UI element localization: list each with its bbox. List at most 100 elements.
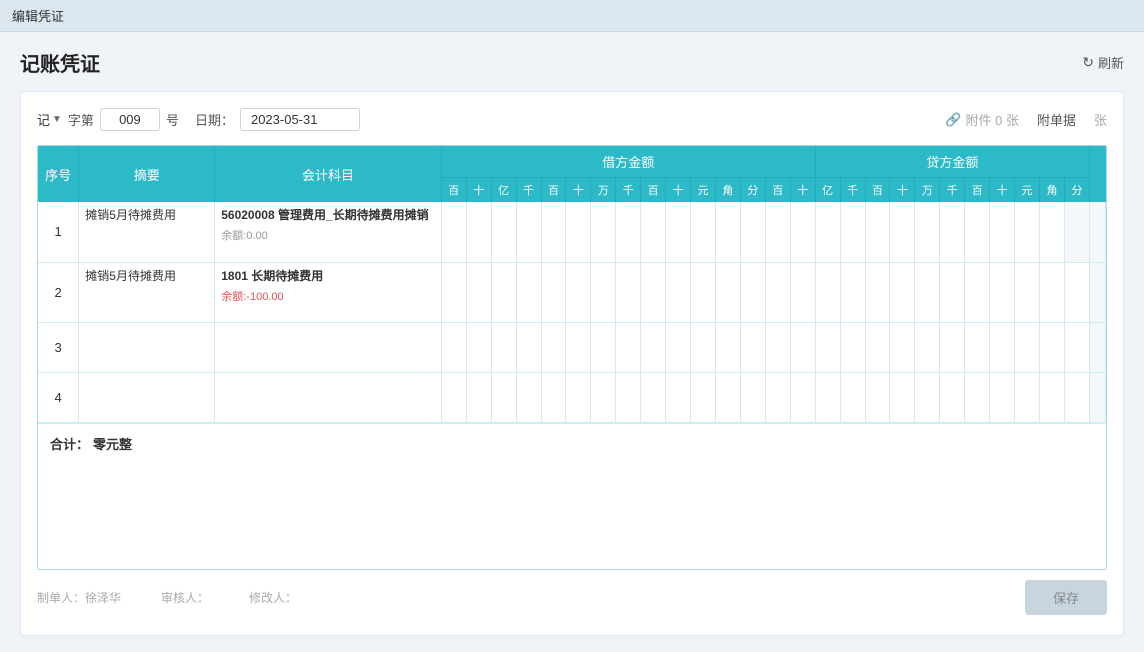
row1-d15[interactable] [790, 202, 815, 262]
row3-d6[interactable] [566, 322, 591, 372]
row4-d1[interactable] [441, 372, 466, 422]
row3-d9[interactable] [641, 322, 666, 372]
row3-d15[interactable] [790, 322, 815, 372]
row4-d12[interactable] [715, 372, 740, 422]
attachment-button[interactable]: 🔗 附件 0 张 [945, 110, 1019, 129]
row1-d11[interactable] [691, 202, 716, 262]
row3-c10[interactable] [1040, 322, 1065, 372]
row2-d6[interactable] [566, 262, 591, 322]
row4-c2[interactable] [840, 372, 865, 422]
row2-c1[interactable] [815, 262, 840, 322]
row1-c11[interactable] [1064, 202, 1089, 262]
voucher-number-input[interactable] [100, 108, 160, 131]
row4-d9[interactable] [641, 372, 666, 422]
row2-c2[interactable] [840, 262, 865, 322]
row2-c6[interactable] [940, 262, 965, 322]
row2-c8[interactable] [990, 262, 1015, 322]
row2-c4[interactable] [890, 262, 915, 322]
row4-d4[interactable] [516, 372, 541, 422]
row1-d10[interactable] [666, 202, 691, 262]
row2-d2[interactable] [466, 262, 491, 322]
row4-c9[interactable] [1015, 372, 1040, 422]
row2-d1[interactable] [441, 262, 466, 322]
row4-summary[interactable] [79, 372, 215, 422]
row2-c7[interactable] [965, 262, 990, 322]
row2-d7[interactable] [591, 262, 616, 322]
row2-c3[interactable] [865, 262, 890, 322]
row3-c9[interactable] [1015, 322, 1040, 372]
row2-d12[interactable] [715, 262, 740, 322]
row1-d6[interactable] [566, 202, 591, 262]
row3-d10[interactable] [666, 322, 691, 372]
row4-c1[interactable] [815, 372, 840, 422]
row3-c8[interactable] [990, 322, 1015, 372]
row3-d12[interactable] [715, 322, 740, 372]
row2-c9[interactable] [1015, 262, 1040, 322]
row3-d13[interactable] [740, 322, 765, 372]
row4-d10[interactable] [666, 372, 691, 422]
row4-account[interactable] [215, 372, 442, 422]
row2-summary[interactable]: 摊销5月待摊费用 [79, 262, 215, 322]
row1-d2[interactable] [466, 202, 491, 262]
row3-c2[interactable] [840, 322, 865, 372]
row4-d14[interactable] [765, 372, 790, 422]
row2-d4[interactable] [516, 262, 541, 322]
row4-d11[interactable] [691, 372, 716, 422]
row2-d14[interactable] [765, 262, 790, 322]
row4-d6[interactable] [566, 372, 591, 422]
row2-account[interactable]: 1801 长期待摊费用 余额:-100.00 [215, 262, 442, 322]
row3-c6[interactable] [940, 322, 965, 372]
row1-c5[interactable] [915, 202, 940, 262]
date-input[interactable] [240, 108, 360, 131]
row3-d7[interactable] [591, 322, 616, 372]
row2-c11[interactable] [1064, 262, 1089, 322]
row1-d1[interactable] [441, 202, 466, 262]
row1-c3[interactable] [865, 202, 890, 262]
row2-d9[interactable] [641, 262, 666, 322]
row4-d8[interactable] [616, 372, 641, 422]
row1-d12[interactable] [715, 202, 740, 262]
row4-c11[interactable] [1064, 372, 1089, 422]
row3-d3[interactable] [491, 322, 516, 372]
row3-c4[interactable] [890, 322, 915, 372]
row1-account[interactable]: 56020008 管理费用_长期待摊费用摊销 余额:0.00 [215, 202, 442, 262]
row1-c2[interactable] [840, 202, 865, 262]
row4-c10[interactable] [1040, 372, 1065, 422]
row1-d14[interactable] [765, 202, 790, 262]
row2-d5[interactable] [541, 262, 566, 322]
row1-d5[interactable] [541, 202, 566, 262]
row3-d1[interactable] [441, 322, 466, 372]
row3-d2[interactable] [466, 322, 491, 372]
row2-c5[interactable] [915, 262, 940, 322]
row3-summary[interactable] [79, 322, 215, 372]
row4-c6[interactable] [940, 372, 965, 422]
row4-c4[interactable] [890, 372, 915, 422]
row2-d15[interactable] [790, 262, 815, 322]
single-receipt-button[interactable]: 附单据 [1037, 110, 1076, 129]
row2-d13[interactable] [740, 262, 765, 322]
row4-d3[interactable] [491, 372, 516, 422]
save-button[interactable]: 保存 [1025, 580, 1107, 615]
refresh-button[interactable]: ↻ 刷新 [1082, 53, 1124, 72]
row4-d2[interactable] [466, 372, 491, 422]
row3-c5[interactable] [915, 322, 940, 372]
row2-d8[interactable] [616, 262, 641, 322]
row1-d7[interactable] [591, 202, 616, 262]
row1-c10[interactable] [1040, 202, 1065, 262]
row3-account[interactable] [215, 322, 442, 372]
row1-c9[interactable] [1015, 202, 1040, 262]
row1-d9[interactable] [641, 202, 666, 262]
row4-c3[interactable] [865, 372, 890, 422]
row1-d3[interactable] [491, 202, 516, 262]
row3-c3[interactable] [865, 322, 890, 372]
row4-d5[interactable] [541, 372, 566, 422]
row3-c7[interactable] [965, 322, 990, 372]
row3-d5[interactable] [541, 322, 566, 372]
row2-c10[interactable] [1040, 262, 1065, 322]
row3-c1[interactable] [815, 322, 840, 372]
row3-c11[interactable] [1064, 322, 1089, 372]
type-select[interactable]: 记 ▼ [37, 110, 62, 129]
row1-c7[interactable] [965, 202, 990, 262]
row3-d4[interactable] [516, 322, 541, 372]
row2-d11[interactable] [691, 262, 716, 322]
